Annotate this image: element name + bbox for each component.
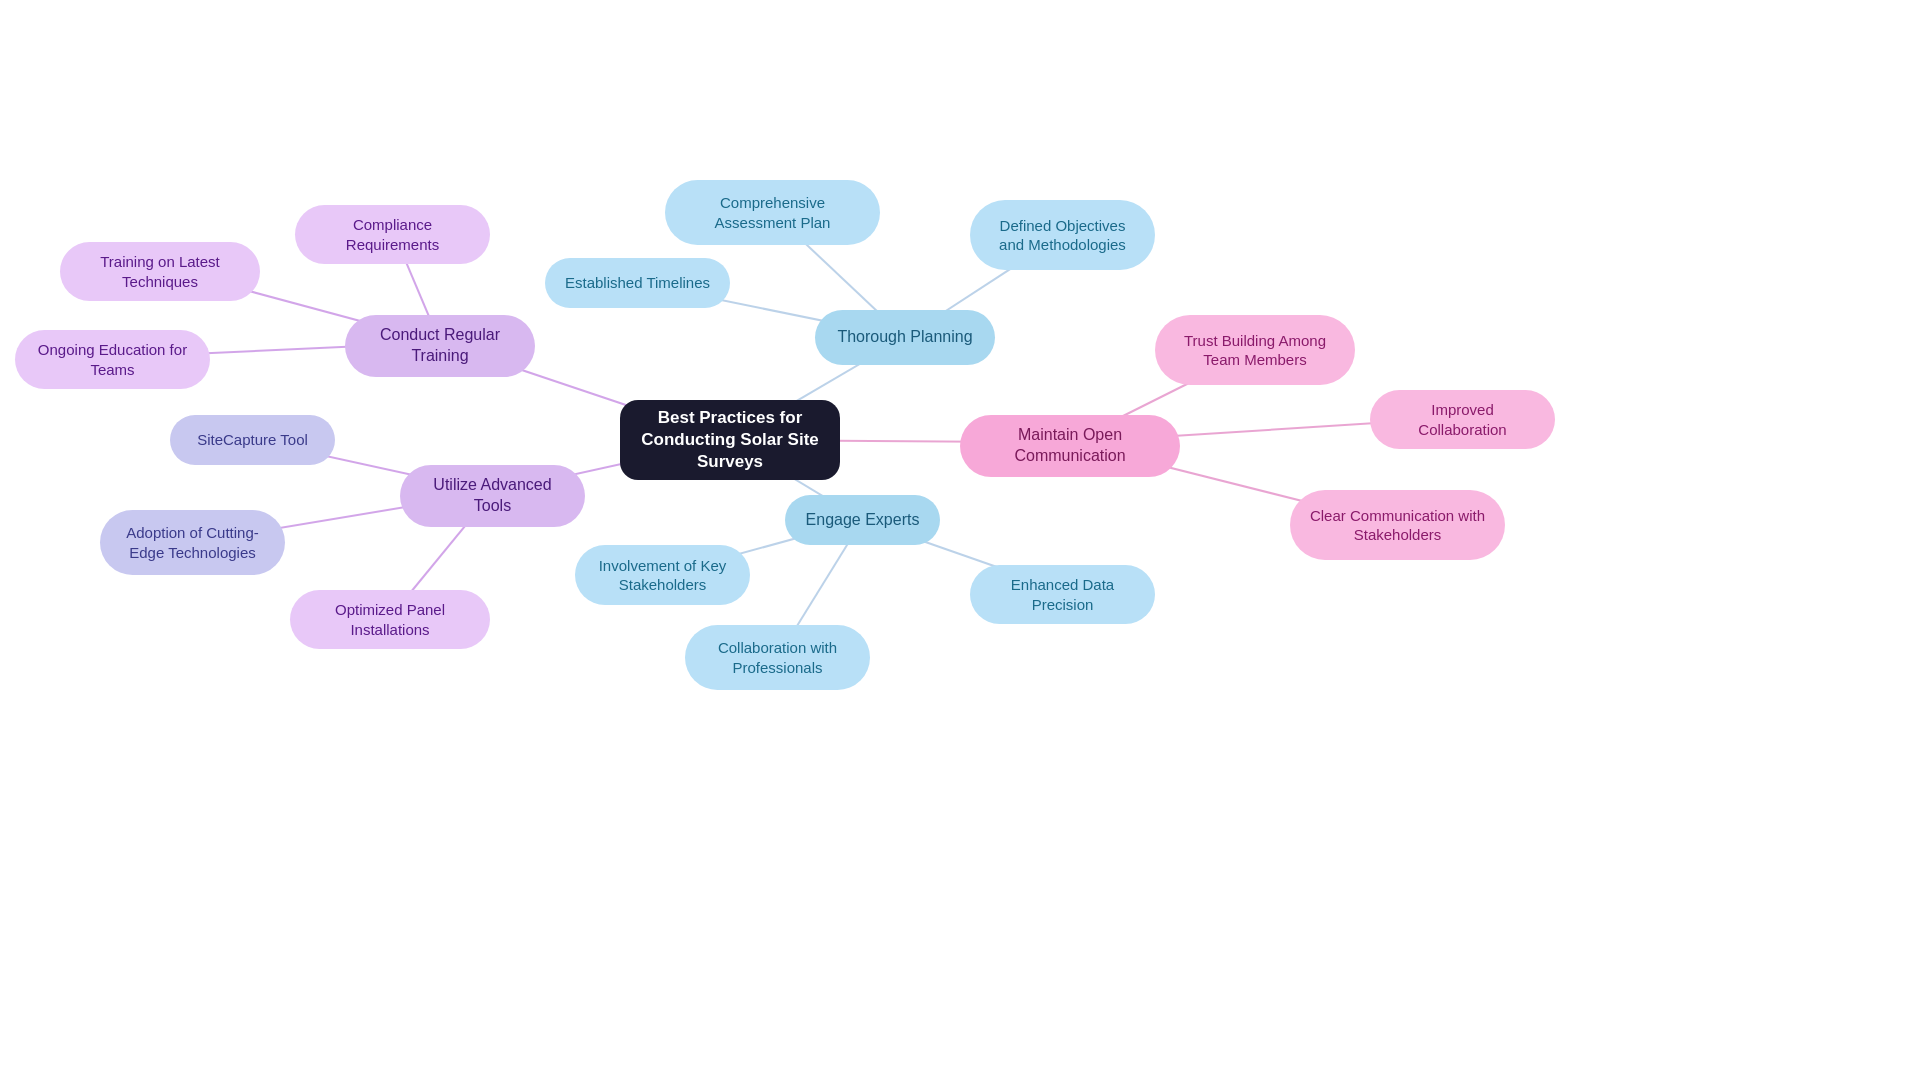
- sitecapture-tool-node: SiteCapture Tool: [170, 415, 335, 465]
- thorough-planning-node: Thorough Planning: [815, 310, 995, 365]
- ongoing-education-node: Ongoing Education for Teams: [15, 330, 210, 389]
- utilize-advanced-node: Utilize Advanced Tools: [400, 465, 585, 527]
- optimized-panel-node: Optimized Panel Installations: [290, 590, 490, 649]
- center-node: Best Practices for Conducting Solar Site…: [620, 400, 840, 480]
- collab-professionals-node: Collaboration with Professionals: [685, 625, 870, 690]
- conduct-training-node: Conduct Regular Training: [345, 315, 535, 377]
- improved-collab-node: Improved Collaboration: [1370, 390, 1555, 449]
- enhanced-data-node: Enhanced Data Precision: [970, 565, 1155, 624]
- defined-objectives-node: Defined Objectives and Methodologies: [970, 200, 1155, 270]
- comprehensive-assessment-node: Comprehensive Assessment Plan: [665, 180, 880, 245]
- engage-experts-node: Engage Experts: [785, 495, 940, 545]
- connections-svg: [0, 0, 1920, 1083]
- established-timelines-node: Established Timelines: [545, 258, 730, 308]
- cutting-edge-node: Adoption of Cutting-Edge Technologies: [100, 510, 285, 575]
- training-latest-node: Training on Latest Techniques: [60, 242, 260, 301]
- involvement-stakeholders-node: Involvement of Key Stakeholders: [575, 545, 750, 605]
- trust-building-node: Trust Building Among Team Members: [1155, 315, 1355, 385]
- mindmap-container: Best Practices for Conducting Solar Site…: [0, 0, 1920, 1083]
- clear-comm-node: Clear Communication with Stakeholders: [1290, 490, 1505, 560]
- compliance-req-node: Compliance Requirements: [295, 205, 490, 264]
- maintain-open-comm-node: Maintain Open Communication: [960, 415, 1180, 477]
